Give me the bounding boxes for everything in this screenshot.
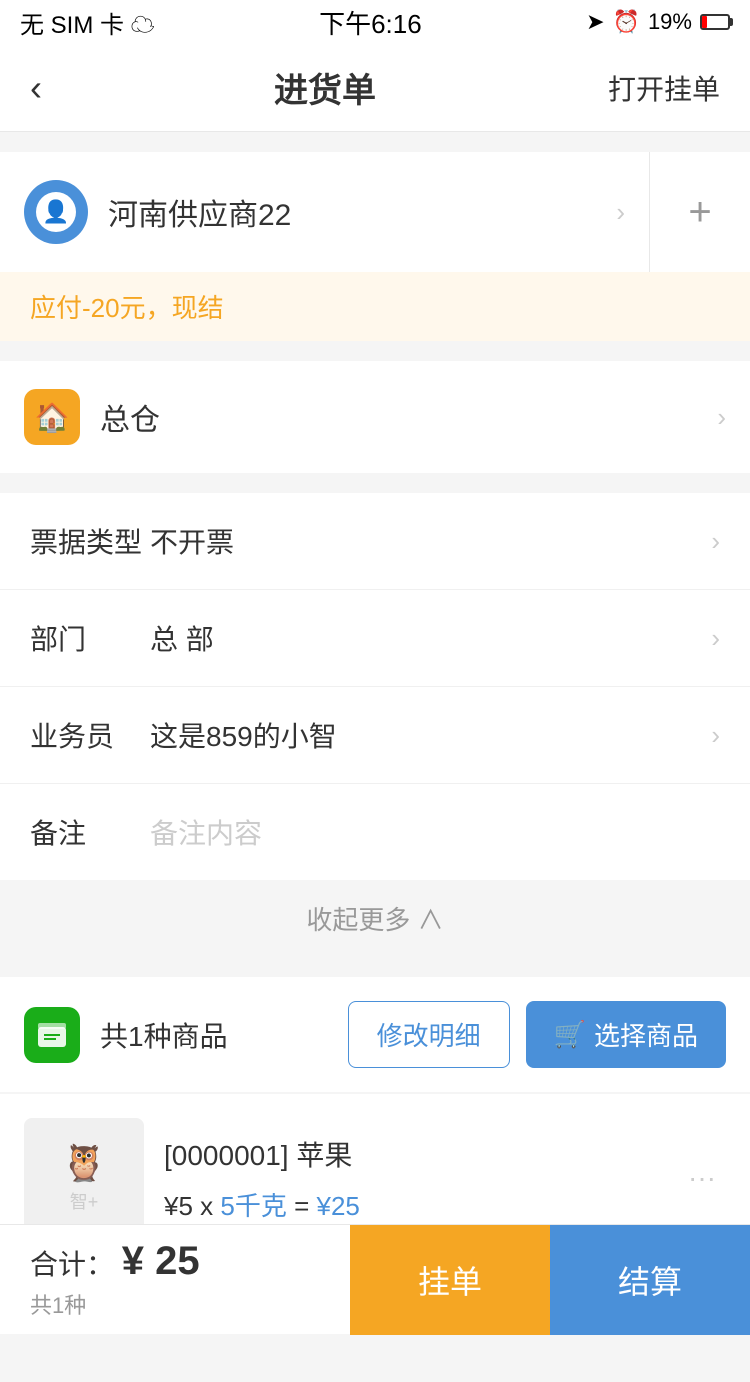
total-amount: ¥ 25	[122, 1239, 200, 1283]
supplier-avatar: 👤	[24, 180, 88, 244]
product-info: [0000001] 苹果 ¥5 x 5千克 = ¥25	[164, 1134, 658, 1223]
back-button[interactable]: ‹	[30, 67, 42, 109]
owl-logo-icon: 🦉	[62, 1142, 107, 1184]
select-product-label: 选择商品	[594, 1016, 698, 1053]
dept-row[interactable]: 部门 总 部 ›	[0, 590, 750, 687]
product-more-button[interactable]: ···	[678, 1152, 726, 1204]
owl-text: 智+	[70, 1188, 99, 1214]
dept-value: 总 部	[150, 618, 711, 658]
notice-bar: 应付-20元，现结	[0, 272, 750, 341]
warehouse-section[interactable]: 🏠 总仓 ›	[0, 361, 750, 473]
battery-icon	[700, 14, 730, 30]
form-section: 票据类型 不开票 › 部门 总 部 › 业务员 这是859的小智 › 备注 备注…	[0, 493, 750, 880]
product-code: [0000001]	[164, 1140, 289, 1171]
hang-button[interactable]: 挂单	[350, 1225, 550, 1335]
avatar-icon: 👤	[36, 192, 76, 232]
bottom-bar: 合计： ¥ 25 共1种 挂单 结算	[0, 1224, 750, 1334]
location-icon: ➤	[586, 9, 604, 35]
dept-label: 部门	[30, 618, 150, 658]
salesperson-row[interactable]: 业务员 这是859的小智 ›	[0, 687, 750, 784]
product-total: ¥25	[317, 1191, 360, 1221]
product-unit-price: ¥5	[164, 1191, 193, 1221]
sim-label: 无 SIM 卡 ☁	[20, 5, 155, 40]
total-count: 共1种	[30, 1288, 320, 1320]
chevron-right-icon: ›	[711, 526, 720, 557]
status-bar: 无 SIM 卡 ☁ 下午6:16 ➤ ⏰ 19%	[0, 0, 750, 44]
invoice-type-row[interactable]: 票据类型 不开票 ›	[0, 493, 750, 590]
chevron-right-icon: ›	[616, 197, 625, 228]
products-header: 共1种商品 修改明细 🛒 选择商品	[0, 977, 750, 1092]
supplier-name: 河南供应商22	[108, 190, 616, 234]
products-actions: 修改明细 🛒 选择商品	[348, 1001, 726, 1068]
warehouse-name: 总仓	[100, 395, 717, 439]
chevron-right-icon: ›	[711, 623, 720, 654]
invoice-value: 不开票	[150, 521, 711, 561]
bottom-total: 合计： ¥ 25 共1种	[0, 1239, 350, 1320]
total-label: 合计：	[30, 1249, 114, 1280]
product-qty: 5千克	[220, 1191, 286, 1221]
page-title: 进货单	[274, 63, 376, 112]
supplier-section: 👤 河南供应商22 › +	[0, 152, 750, 272]
chevron-right-icon: ›	[717, 402, 726, 433]
remark-label: 备注	[30, 812, 150, 852]
products-count: 共1种商品	[100, 1015, 348, 1055]
supplier-select[interactable]: 👤 河南供应商22 ›	[0, 152, 650, 272]
status-bar-left: 无 SIM 卡 ☁	[20, 5, 155, 40]
cart-icon: 🛒	[554, 1019, 586, 1050]
salesperson-value: 这是859的小智	[150, 715, 711, 755]
product-thumbnail: 🦉 智+	[24, 1118, 144, 1238]
remark-row[interactable]: 备注 备注内容	[0, 784, 750, 880]
warehouse-icon: 🏠	[24, 389, 80, 445]
status-bar-time: 下午6:16	[319, 4, 422, 41]
add-supplier-button[interactable]: +	[650, 152, 750, 272]
checkout-button[interactable]: 结算	[550, 1225, 750, 1335]
product-name: [0000001] 苹果	[164, 1134, 658, 1174]
section-gap-1	[0, 132, 750, 152]
equals-sign: =	[294, 1191, 316, 1221]
salesperson-label: 业务员	[30, 715, 150, 755]
status-bar-right: ➤ ⏰ 19%	[586, 9, 730, 35]
multiply-sign: x	[200, 1191, 220, 1221]
select-product-button[interactable]: 🛒 选择商品	[526, 1001, 726, 1068]
remark-input[interactable]: 备注内容	[150, 812, 720, 852]
collapse-bar[interactable]: 收起更多 ∧	[0, 880, 750, 957]
alarm-icon: ⏰	[613, 9, 640, 35]
open-hang-button[interactable]: 打开挂单	[608, 68, 720, 108]
invoice-label: 票据类型	[30, 521, 150, 561]
edit-detail-button[interactable]: 修改明细	[348, 1001, 510, 1068]
product-price-row: ¥5 x 5千克 = ¥25	[164, 1186, 658, 1223]
battery-level: 19%	[648, 9, 692, 35]
chevron-right-icon: ›	[711, 720, 720, 751]
product-title: 苹果	[296, 1140, 352, 1171]
products-icon	[24, 1007, 80, 1063]
nav-bar: ‹ 进货单 打开挂单	[0, 44, 750, 132]
